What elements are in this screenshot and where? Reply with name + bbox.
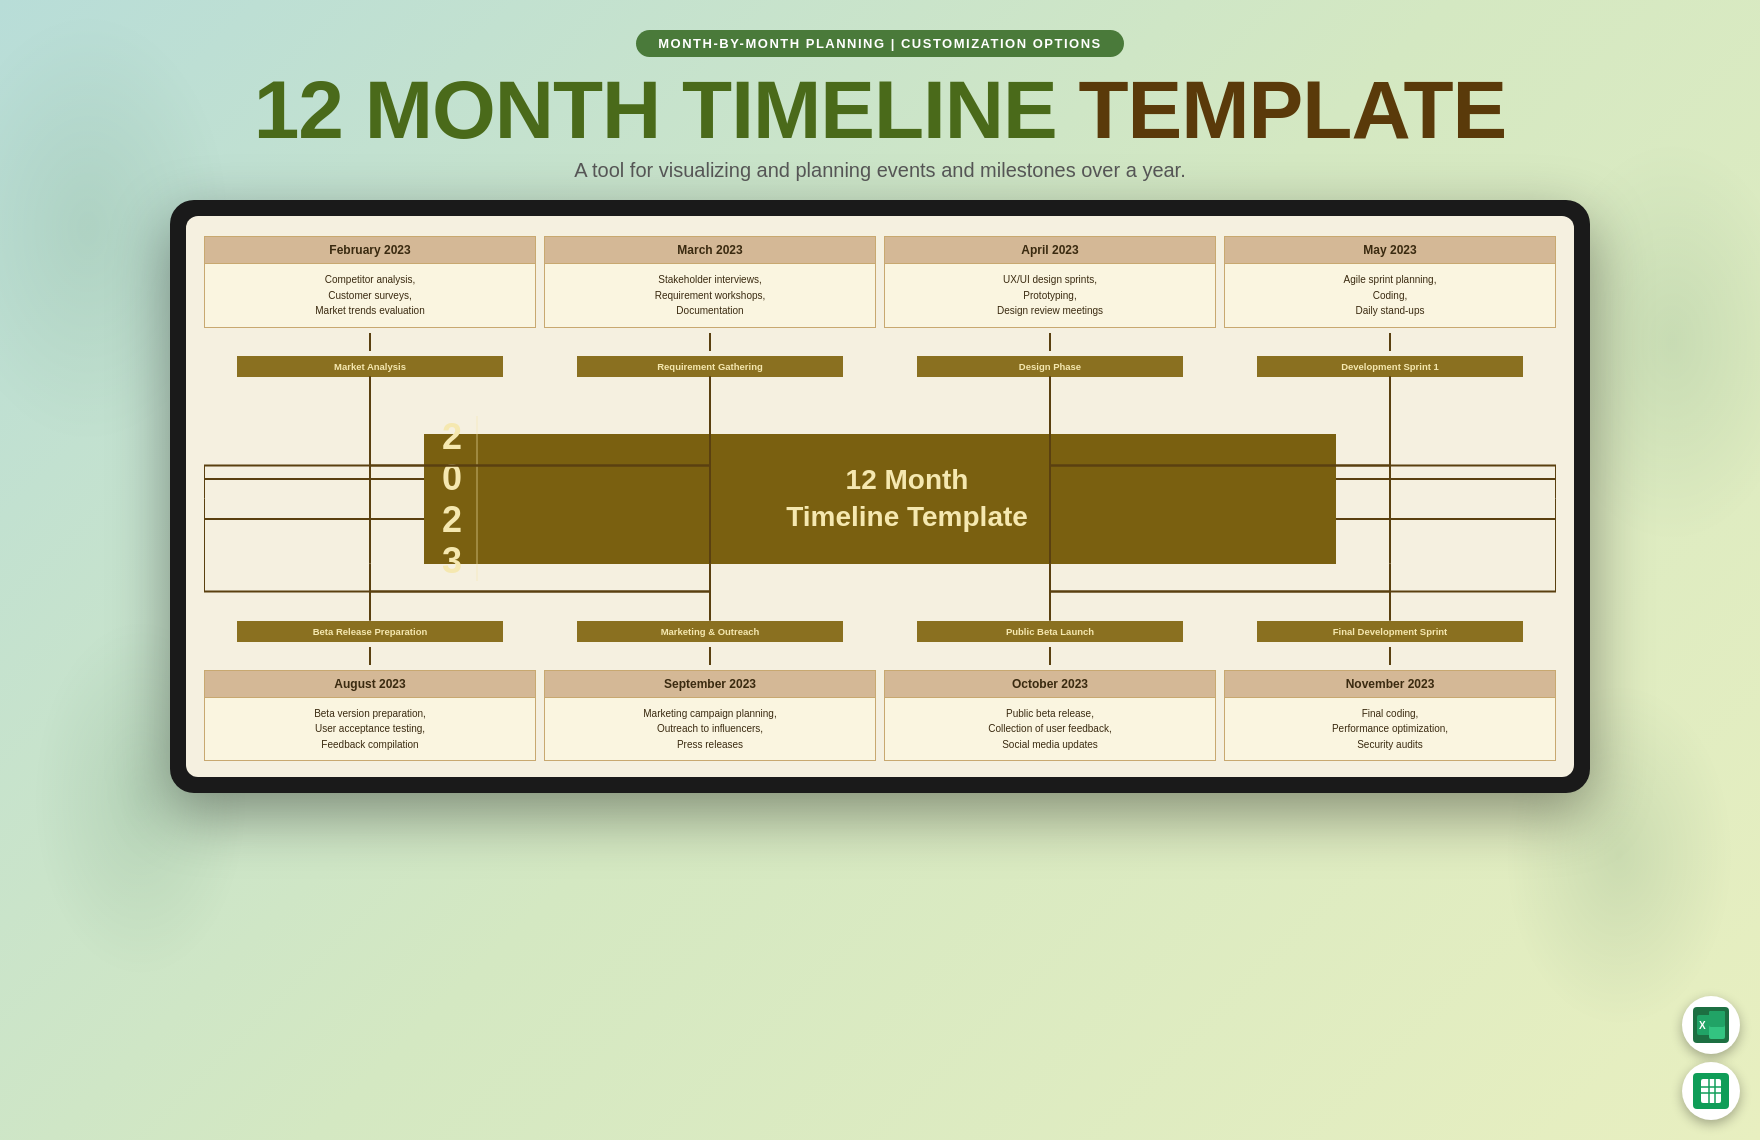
bot-phase-badge-3: Final Development Sprint	[1257, 621, 1523, 642]
bot-stem-2	[1049, 647, 1051, 665]
bot-stem-3	[1389, 647, 1391, 665]
bottom-months-row: Beta Release Preparation August 2023 Bet…	[204, 602, 1556, 762]
stem-down-0	[369, 333, 371, 351]
bottom-connector-space	[204, 564, 1556, 602]
stem-down-3	[1389, 333, 1391, 351]
bot-month-tasks-1: Marketing campaign planning,Outreach to …	[545, 698, 875, 761]
bot-month-box-2: October 2023 Public beta release,Collect…	[884, 670, 1216, 762]
stem-down2-0	[369, 382, 371, 396]
bot-month-box-1: September 2023 Marketing campaign planni…	[544, 670, 876, 762]
month-header-0: February 2023	[205, 237, 535, 264]
bot-phase-badge-0: Beta Release Preparation	[237, 621, 503, 642]
right-connectors	[1336, 434, 1556, 564]
top-month-col-2: April 2023 UX/UI design sprints,Prototyp…	[884, 236, 1216, 396]
month-box-2: April 2023 UX/UI design sprints,Prototyp…	[884, 236, 1216, 328]
stem-down2-2	[1049, 382, 1051, 396]
bot-stem-up-1	[709, 602, 711, 616]
title-regular: TEMPLATE	[1057, 64, 1507, 155]
left-connectors	[204, 434, 424, 564]
bot-month-header-1: September 2023	[545, 671, 875, 698]
center-dark-bar: 2 0 2 3 12 MonthTimeline Template	[424, 434, 1336, 564]
stem-down2-3	[1389, 382, 1391, 396]
phase-badge-1: Requirement Gathering	[577, 356, 843, 377]
stem-down-1	[709, 333, 711, 351]
main-title: 12 MONTH TIMELINE TEMPLATE	[0, 69, 1760, 151]
top-connector-space	[204, 396, 1556, 434]
bot-month-header-0: August 2023	[205, 671, 535, 698]
bot-month-col-3: Final Development Sprint November 2023 F…	[1224, 602, 1556, 762]
badge-label: MONTH-BY-MONTH PLANNING | CUSTOMIZATION …	[636, 30, 1123, 57]
bot-month-col-0: Beta Release Preparation August 2023 Bet…	[204, 602, 536, 762]
svg-text:X: X	[1699, 1020, 1706, 1031]
subtitle: A tool for visualizing and planning even…	[0, 159, 1760, 182]
top-month-col-3: May 2023 Agile sprint planning,Coding,Da…	[1224, 236, 1556, 396]
svg-rect-38	[1701, 1079, 1721, 1103]
month-header-3: May 2023	[1225, 237, 1555, 264]
stem-down-2	[1049, 333, 1051, 351]
bot-month-col-2: Public Beta Launch October 2023 Public b…	[884, 602, 1216, 762]
bot-stem-1	[709, 647, 711, 665]
sheets-icon[interactable]	[1682, 1062, 1740, 1120]
month-tasks-2: UX/UI design sprints,Prototyping,Design …	[885, 264, 1215, 327]
top-month-col-0: February 2023 Competitor analysis,Custom…	[204, 236, 536, 396]
bot-stem-0	[369, 647, 371, 665]
month-box-3: May 2023 Agile sprint planning,Coding,Da…	[1224, 236, 1556, 328]
bot-month-tasks-2: Public beta release,Collection of user f…	[885, 698, 1215, 761]
app-icons: X	[1682, 996, 1740, 1120]
bot-month-tasks-3: Final coding,Performance optimization,Se…	[1225, 698, 1555, 761]
device-screen: February 2023 Competitor analysis,Custom…	[186, 216, 1574, 777]
month-header-1: March 2023	[545, 237, 875, 264]
month-tasks-3: Agile sprint planning,Coding,Daily stand…	[1225, 264, 1555, 327]
timeline-wrapper: February 2023 Competitor analysis,Custom…	[204, 236, 1556, 761]
bot-month-col-1: Marketing & Outreach September 2023 Mark…	[544, 602, 876, 762]
month-tasks-1: Stakeholder interviews,Requirement works…	[545, 264, 875, 327]
device-frame: February 2023 Competitor analysis,Custom…	[170, 200, 1590, 793]
stem-down2-1	[709, 382, 711, 396]
bot-stem-up-2	[1049, 602, 1051, 616]
top-month-col-1: March 2023 Stakeholder interviews,Requir…	[544, 236, 876, 396]
bot-month-box-3: November 2023 Final coding,Performance o…	[1224, 670, 1556, 762]
phase-badge-0: Market Analysis	[237, 356, 503, 377]
excel-icon[interactable]: X	[1682, 996, 1740, 1054]
year-label: 2 0 2 3	[424, 416, 478, 582]
title-highlight: 12 MONTH TIMELINE	[254, 64, 1057, 155]
bot-stem-up-3	[1389, 602, 1391, 616]
bot-month-header-2: October 2023	[885, 671, 1215, 698]
bot-month-box-0: August 2023 Beta version preparation,Use…	[204, 670, 536, 762]
center-title: 12 MonthTimeline Template	[478, 462, 1336, 535]
bot-month-tasks-0: Beta version preparation,User acceptance…	[205, 698, 535, 761]
svg-rect-35	[1709, 1011, 1725, 1027]
page-header: MONTH-BY-MONTH PLANNING | CUSTOMIZATION …	[0, 0, 1760, 182]
top-months-row: February 2023 Competitor analysis,Custom…	[204, 236, 1556, 396]
center-bar-row: 2 0 2 3 12 MonthTimeline Template	[204, 434, 1556, 564]
bot-phase-badge-1: Marketing & Outreach	[577, 621, 843, 642]
month-tasks-0: Competitor analysis,Customer surveys,Mar…	[205, 264, 535, 327]
month-box-0: February 2023 Competitor analysis,Custom…	[204, 236, 536, 328]
phase-badge-2: Design Phase	[917, 356, 1183, 377]
bot-phase-badge-2: Public Beta Launch	[917, 621, 1183, 642]
month-box-1: March 2023 Stakeholder interviews,Requir…	[544, 236, 876, 328]
month-header-2: April 2023	[885, 237, 1215, 264]
bot-stem-up-0	[369, 602, 371, 616]
phase-badge-3: Development Sprint 1	[1257, 356, 1523, 377]
bot-month-header-3: November 2023	[1225, 671, 1555, 698]
